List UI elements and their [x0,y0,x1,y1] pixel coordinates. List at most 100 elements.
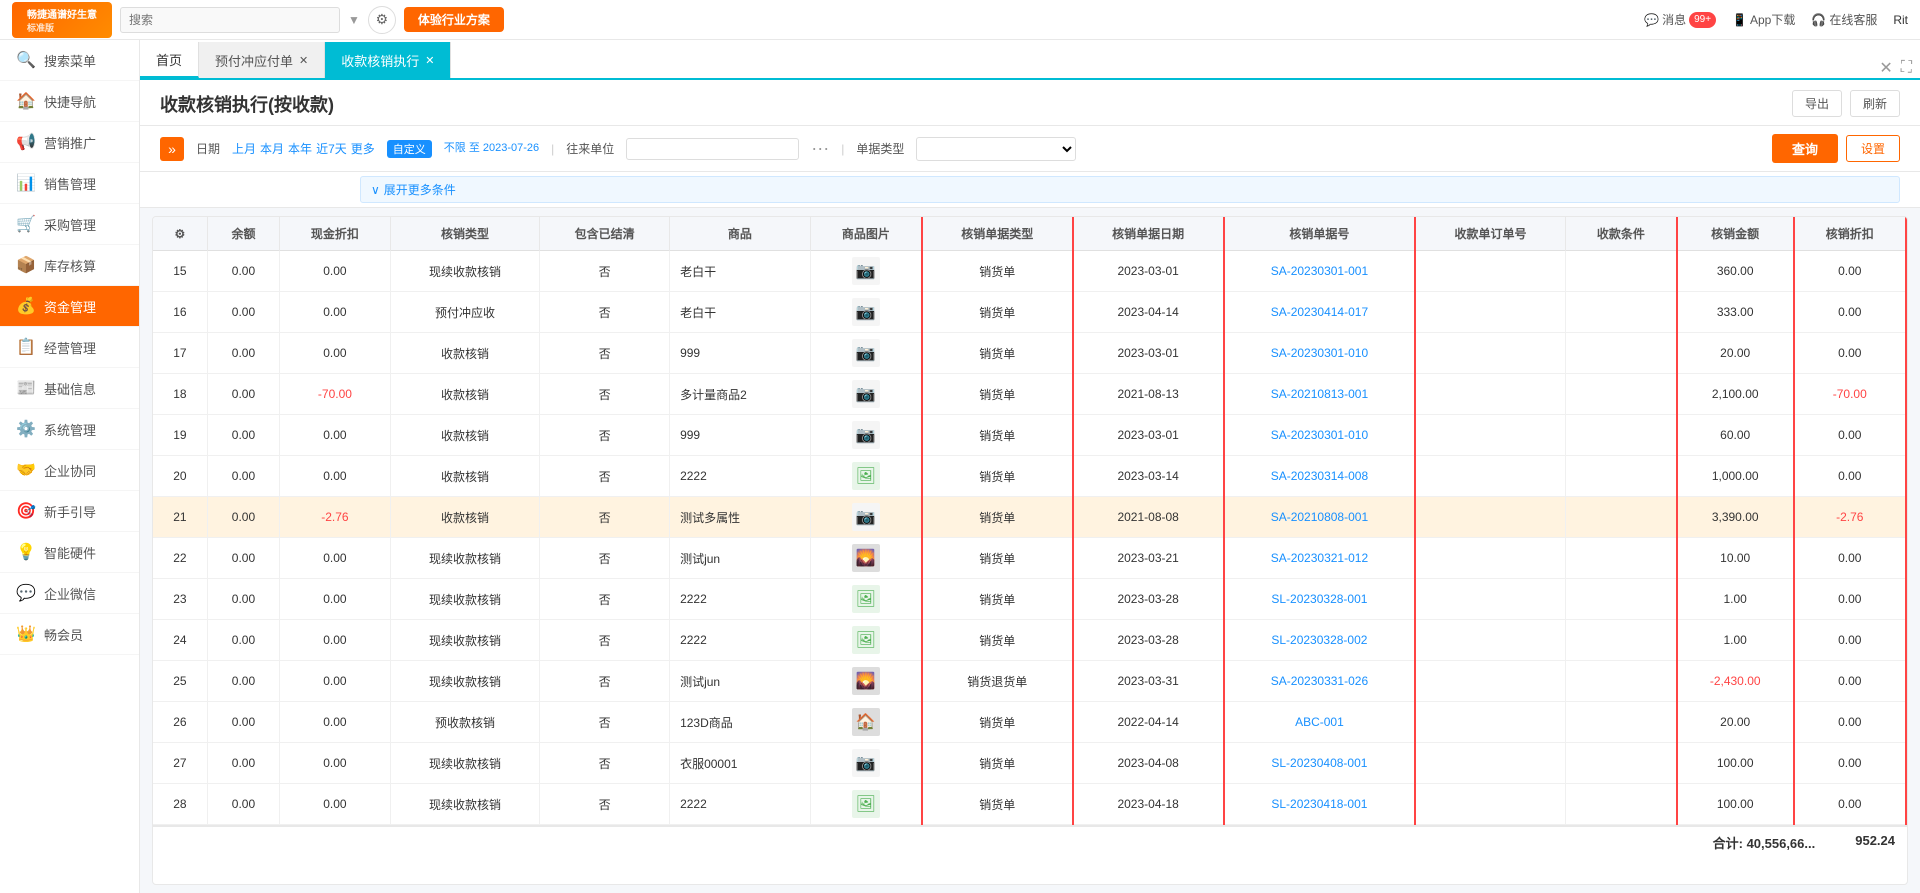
tab-prepay-close-icon[interactable]: ✕ [299,54,308,67]
cell-cancel-bill-no[interactable]: SA-20230301-010 [1224,415,1416,456]
tab-expand-icon[interactable]: ⛶ [1901,59,1912,77]
online-service-btn[interactable]: 🎧 在线客服 [1811,11,1877,28]
product-thumbnail: 🌄 [852,667,880,695]
sidebar-item-marketing[interactable]: 📢营销推广 [0,122,139,163]
sys-mgmt-icon: ⚙️ [16,419,36,439]
sidebar-item-purchase-mgmt[interactable]: 🛒采购管理 [0,204,139,245]
cell-cancel-discount: 0.00 [1794,333,1906,374]
settings-gear-icon[interactable]: ⚙ [368,6,396,34]
sidebar-item-vip[interactable]: 👑畅会员 [0,614,139,655]
app-download-btn[interactable]: 📱 App下载 [1732,11,1795,28]
date-7-days[interactable]: 近7天 [316,140,347,157]
query-button[interactable]: 查询 [1772,134,1838,163]
date-this-year[interactable]: 本年 [288,140,312,157]
partner-input[interactable] [626,138,799,160]
sidebar-item-inventory[interactable]: 📦库存核算 [0,245,139,286]
cell-include-closed: 否 [540,374,670,415]
cell-cash-discount: 0.00 [280,702,391,743]
page-actions: 导出 刷新 [1792,90,1900,117]
product-thumbnail: 📷 [852,339,880,367]
cell-cancel-bill-no[interactable]: SA-20230331-026 [1224,661,1416,702]
cell-receipt-order-no [1415,661,1565,702]
cell-cancel-bill-no[interactable]: ABC-001 [1224,702,1416,743]
cell-include-closed: 否 [540,702,670,743]
settings-button[interactable]: 设置 [1846,135,1900,162]
partner-dots[interactable]: ··· [811,138,829,159]
cell-cancel-bill-date: 2023-03-01 [1073,415,1224,456]
cell-cancel-type: 收款核销 [390,374,539,415]
tab-close-icon[interactable]: ✕ [1879,58,1892,78]
tab-receipt-cancel-close-icon[interactable]: ✕ [425,54,434,67]
cell-cancel-bill-no[interactable]: SA-20230314-008 [1224,456,1416,497]
sidebar-item-sales-mgmt[interactable]: 📊销售管理 [0,163,139,204]
date-this-month[interactable]: 本月 [260,140,284,157]
custom-date-badge[interactable]: 自定义 [387,140,432,158]
th-settings[interactable]: ⚙ [153,217,207,251]
product-thumbnail: 🖼 [852,462,880,490]
cell-cancel-bill-no[interactable]: SL-20230328-001 [1224,579,1416,620]
cell-cancel-discount: 0.00 [1794,579,1906,620]
date-more[interactable]: 更多 [351,140,375,157]
vip-icon: 👑 [16,624,36,644]
th-product: 商品 [670,217,811,251]
sidebar-item-sys-mgmt[interactable]: ⚙️系统管理 [0,409,139,450]
search-input[interactable] [120,7,340,33]
export-button[interactable]: 导出 [1792,90,1842,117]
cell-product: 999 [670,333,811,374]
sidebar-item-ops-mgmt[interactable]: 📋经营管理 [0,327,139,368]
cell-cancel-bill-no[interactable]: SA-20210813-001 [1224,374,1416,415]
cell-cancel-bill-no[interactable]: SL-20230408-001 [1224,743,1416,784]
sidebar-item-beginner[interactable]: 🎯新手引导 [0,491,139,532]
filter-toggle-button[interactable]: » [160,137,184,161]
table-row: 19 0.00 0.00 收款核销 否 999 📷 销货单 2023-03-01… [153,415,1906,456]
user-name[interactable]: Rit [1893,13,1908,27]
refresh-button[interactable]: 刷新 [1850,90,1900,117]
sidebar-item-corp-collab[interactable]: 🤝企业协同 [0,450,139,491]
sidebar-item-corp-wx[interactable]: 💬企业微信 [0,573,139,614]
sidebar-item-finance-mgmt[interactable]: 💰资金管理 [0,286,139,327]
cell-cancel-bill-type: 销货单 [922,538,1073,579]
sidebar-item-basic-info[interactable]: 📰基础信息 [0,368,139,409]
cell-cancel-discount: -2.76 [1794,497,1906,538]
message-btn[interactable]: 💬 消息 99+ [1644,11,1716,28]
logo-text: 畅捷通谱好生意 [27,6,97,21]
sales-mgmt-label: 销售管理 [44,174,96,193]
tab-prepay[interactable]: 预付冲应付单 ✕ [199,42,325,78]
online-service-label: 在线客服 [1829,11,1877,28]
cell-balance: 0.00 [207,538,279,579]
date-last-month[interactable]: 上月 [232,140,256,157]
cell-cancel-bill-no[interactable]: SA-20230301-010 [1224,333,1416,374]
cell-cancel-bill-date: 2022-04-14 [1073,702,1224,743]
bill-type-select[interactable] [916,137,1076,161]
beginner-icon: 🎯 [16,501,36,521]
cell-product-img: 🌄 [810,538,922,579]
cell-cancel-bill-no[interactable]: SA-20230301-001 [1224,251,1416,292]
cell-cancel-bill-no[interactable]: SA-20230414-017 [1224,292,1416,333]
tab-home[interactable]: 首页 [140,42,199,78]
cell-cancel-bill-no[interactable]: SA-20210808-001 [1224,497,1416,538]
cell-no: 21 [153,497,207,538]
expand-more-button[interactable]: ∨ 展开更多条件 [360,176,1900,203]
cell-no: 25 [153,661,207,702]
corp-wx-label: 企业微信 [44,584,96,603]
cell-receipt-order-no [1415,743,1565,784]
th-cancel-type: 核销类型 [390,217,539,251]
dropdown-arrow-icon[interactable]: ▼ [348,13,360,27]
cell-cancel-bill-no[interactable]: SA-20230321-012 [1224,538,1416,579]
cell-cash-discount: -70.00 [280,374,391,415]
sidebar-item-quick-nav[interactable]: 🏠快捷导航 [0,81,139,122]
search-menu-label: 搜索菜单 [44,51,96,70]
cell-receipt-cond [1565,702,1677,743]
cell-product: 123D商品 [670,702,811,743]
sidebar-item-smart-hw[interactable]: 💡智能硬件 [0,532,139,573]
industry-solution-button[interactable]: 体验行业方案 [404,7,504,32]
tab-receipt-cancel[interactable]: 收款核销执行 ✕ [325,42,451,78]
sidebar-item-search-menu[interactable]: 🔍搜索菜单 [0,40,139,81]
cell-receipt-order-no [1415,538,1565,579]
cell-product: 2222 [670,620,811,661]
cell-product: 多计量商品2 [670,374,811,415]
cell-cancel-bill-no[interactable]: SL-20230418-001 [1224,784,1416,825]
cell-cancel-discount: 0.00 [1794,620,1906,661]
cell-cancel-bill-no[interactable]: SL-20230328-002 [1224,620,1416,661]
cell-cancel-type: 现续收款核销 [390,579,539,620]
